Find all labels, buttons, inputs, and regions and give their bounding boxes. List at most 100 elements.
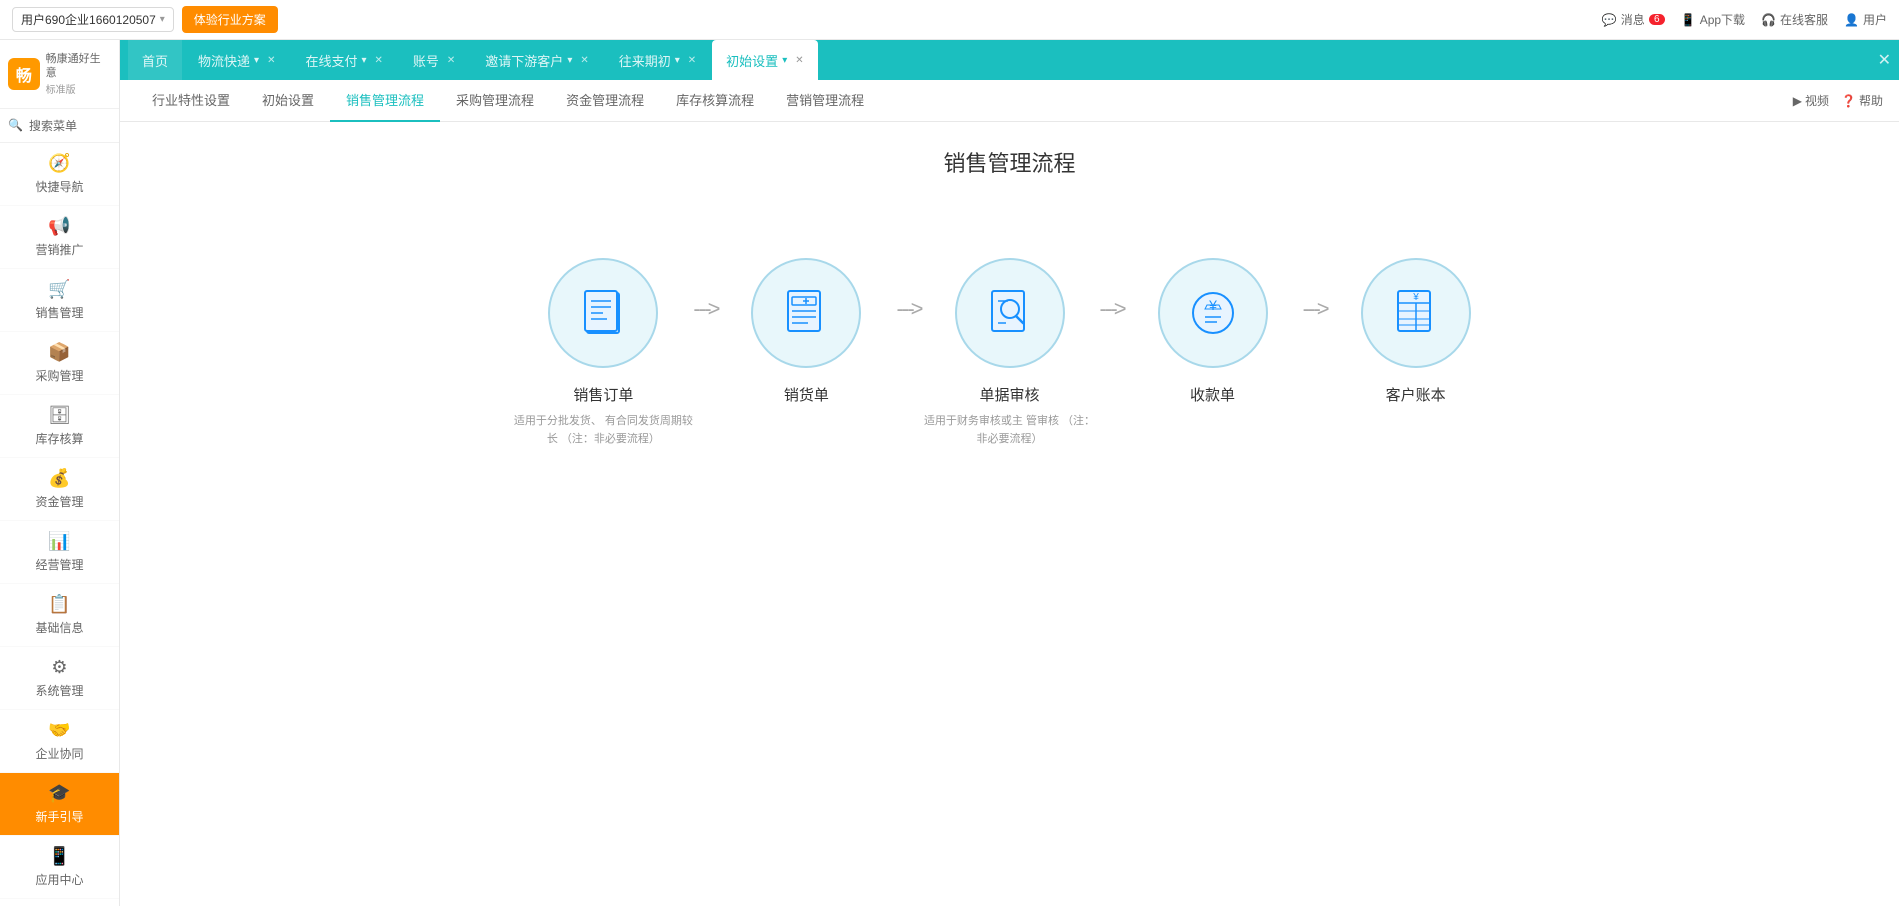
sales-mgmt-icon: 🛒 xyxy=(48,279,70,300)
base-info-icon: 📋 xyxy=(48,594,70,615)
sidebar-item-label: 采购管理 xyxy=(35,367,83,384)
flow-node-sales-order: 销售订单适用于分批发货、 有合同发货周期较长 （注：非必要流程） xyxy=(513,258,693,448)
help-button[interactable]: ❓ 帮助 xyxy=(1841,92,1883,109)
sub-tab-label: 行业特性设置 xyxy=(152,90,230,109)
sub-tab-industry-settings[interactable]: 行业特性设置 xyxy=(136,80,246,122)
sidebar-item-label: 系统管理 xyxy=(35,682,83,699)
user-selector[interactable]: 用户690企业1660120507 ▾ xyxy=(12,7,174,32)
help-icon: ❓ xyxy=(1841,94,1856,108)
sub-tab-label: 采购管理流程 xyxy=(456,90,534,109)
sub-tab-label: 营销管理流程 xyxy=(786,90,864,109)
sidebar-item-app-center[interactable]: 📱 应用中心 xyxy=(0,836,119,899)
nav-tab-arrow-icon: ▾ xyxy=(782,55,787,66)
flow-arrow-2: - - -> xyxy=(1100,258,1123,322)
newbie-guide-icon: 🎓 xyxy=(48,783,70,804)
finance-icon: 💰 xyxy=(48,468,70,489)
flow-circle-receipt[interactable]: ¥ xyxy=(1158,258,1268,368)
nav-tab-close-icon[interactable]: ✕ xyxy=(795,55,803,66)
nav-tab-close-icon[interactable]: ✕ xyxy=(375,55,383,66)
sidebar-item-label: 应用中心 xyxy=(35,871,83,888)
nav-tab-label: 邀请下游客户 xyxy=(485,51,563,70)
nav-tabs-container: 首页物流快递▾✕在线支付▾✕账号✕邀请下游客户▾✕往来期初▾✕初始设置▾✕ xyxy=(128,40,1876,80)
nav-tab-close-icon[interactable]: ✕ xyxy=(267,55,275,66)
close-all-tabs-button[interactable]: ✕ xyxy=(1878,50,1891,70)
flow-node-receipt: ¥ 收款单 xyxy=(1123,258,1303,413)
flow-label-sales-order: 销售订单 xyxy=(573,384,633,405)
nav-tab-label: 首页 xyxy=(142,51,168,70)
flow-circle-doc-review[interactable] xyxy=(955,258,1065,368)
nav-tab-invite-downstream[interactable]: 邀请下游客户▾✕ xyxy=(471,40,602,80)
app-download-item[interactable]: 📱 App下载 xyxy=(1681,11,1745,28)
sidebar-item-finance[interactable]: 💰资金管理 xyxy=(0,458,119,521)
sub-tab-marketing-flow[interactable]: 营销管理流程 xyxy=(770,80,880,122)
message-icon: 💬 xyxy=(1602,13,1617,27)
nav-tab-close-icon[interactable]: ✕ xyxy=(447,55,455,66)
flow-circle-sales-order[interactable] xyxy=(548,258,658,368)
sidebar-item-sys-mgmt[interactable]: ⚙ 系统管理 xyxy=(0,647,119,710)
user-name-label: 用户 xyxy=(1863,11,1887,28)
nav-tab-period-initial[interactable]: 往来期初▾✕ xyxy=(605,40,710,80)
ops-mgmt-icon: 📊 xyxy=(48,531,70,552)
online-service-item[interactable]: 🎧 在线客服 xyxy=(1761,11,1828,28)
logo-title: 畅康通好生意 xyxy=(46,52,111,81)
sub-tab-finance-flow[interactable]: 资金管理流程 xyxy=(550,80,660,122)
flow-label-customer-ledger: 客户账本 xyxy=(1386,384,1446,405)
logo-text-block: 畅康通好生意 标准版 xyxy=(46,52,111,96)
sidebar-item-label: 企业协同 xyxy=(35,745,83,762)
nav-tab-label: 初始设置 xyxy=(726,51,778,70)
sidebar-item-ops-mgmt[interactable]: 📊 经营管理 xyxy=(0,521,119,584)
nav-tab-label: 在线支付 xyxy=(305,51,357,70)
nav-tab-label: 往来期初 xyxy=(619,51,671,70)
nav-tab-close-icon[interactable]: ✕ xyxy=(688,55,696,66)
nav-tab-home[interactable]: 首页 xyxy=(128,40,182,80)
message-label: 消息 xyxy=(1621,11,1645,28)
app-center-icon: 📱 xyxy=(48,846,70,867)
sub-tab-label: 初始设置 xyxy=(262,90,314,109)
nav-tab-account[interactable]: 账号 ✕ xyxy=(399,40,469,80)
nav-tab-online-payment[interactable]: 在线支付▾✕ xyxy=(291,40,396,80)
sys-mgmt-icon: ⚙ xyxy=(51,657,67,678)
sub-tab-right: ▶ 视频 ❓ 帮助 xyxy=(1793,92,1883,109)
sub-tabs: 行业特性设置 初始设置 销售管理流程 采购管理流程资金管理流程库存核算流程营销管理流程… xyxy=(120,80,1899,122)
sidebar-item-enterprise-collab[interactable]: 🤝企业协同 xyxy=(0,710,119,773)
sub-tab-purchase-flow[interactable]: 采购管理流程 xyxy=(440,80,550,122)
nav-tab-close-icon[interactable]: ✕ xyxy=(580,55,588,66)
video-button[interactable]: ▶ 视频 xyxy=(1793,92,1829,109)
experience-button[interactable]: 体验行业方案 xyxy=(182,6,278,33)
user-item[interactable]: 👤 用户 xyxy=(1844,11,1887,28)
flow-circle-customer-ledger[interactable]: ¥ xyxy=(1361,258,1471,368)
sidebar-item-base-info[interactable]: 📋基础信息 xyxy=(0,584,119,647)
message-item[interactable]: 💬 消息 6 xyxy=(1602,11,1665,28)
app-icon: 📱 xyxy=(1681,13,1696,27)
sidebar-item-inventory[interactable]: 🗄库存核算 xyxy=(0,395,119,458)
flow-arrow-0: - - -> xyxy=(693,258,716,322)
sub-tab-inventory-flow[interactable]: 库存核算流程 xyxy=(660,80,770,122)
search-label: 搜索菜单 xyxy=(29,117,77,134)
nav-tab-label: 账号 xyxy=(413,51,439,70)
sidebar-item-label: 经营管理 xyxy=(35,556,83,573)
flow-arrow-1: - - -> xyxy=(896,258,919,322)
purchase-mgmt-icon: 📦 xyxy=(48,342,70,363)
sub-tab-label: 销售管理流程 xyxy=(346,90,424,109)
nav-tab-logistics[interactable]: 物流快递▾✕ xyxy=(184,40,289,80)
sidebar-item-label: 库存核算 xyxy=(35,430,83,447)
video-label: 视频 xyxy=(1805,92,1829,109)
help-label: 帮助 xyxy=(1859,92,1883,109)
sidebar-search[interactable]: 🔍 搜索菜单 xyxy=(0,109,119,143)
logo-sub: 标准版 xyxy=(46,81,111,96)
flow-node-customer-ledger: ¥ 客户账本 xyxy=(1326,258,1506,413)
search-icon: 🔍 xyxy=(8,118,23,132)
sub-tab-sales-flow[interactable]: 销售管理流程 xyxy=(330,80,440,122)
nav-tab-label: 物流快递 xyxy=(198,51,250,70)
sidebar-item-newbie-guide[interactable]: 🎓新手引导 xyxy=(0,773,119,836)
sidebar-item-enterprise-wechat[interactable]: 💬企业微信 xyxy=(0,899,119,906)
nav-tab-initial-setup[interactable]: 初始设置 ▾ ✕ xyxy=(712,40,817,80)
sidebar-item-label: 营销推广 xyxy=(35,241,83,258)
flow-label-receipt: 收款单 xyxy=(1190,384,1235,405)
sidebar-item-quick-nav[interactable]: 🧭快捷导航 xyxy=(0,143,119,206)
sidebar-item-purchase-mgmt[interactable]: 📦 采购管理 xyxy=(0,332,119,395)
sidebar-item-marketing-promo[interactable]: 📢营销推广 xyxy=(0,206,119,269)
flow-circle-sales-invoice[interactable] xyxy=(751,258,861,368)
sidebar-item-sales-mgmt[interactable]: 🛒销售管理 xyxy=(0,269,119,332)
sub-tab-initial-settings[interactable]: 初始设置 xyxy=(246,80,330,122)
